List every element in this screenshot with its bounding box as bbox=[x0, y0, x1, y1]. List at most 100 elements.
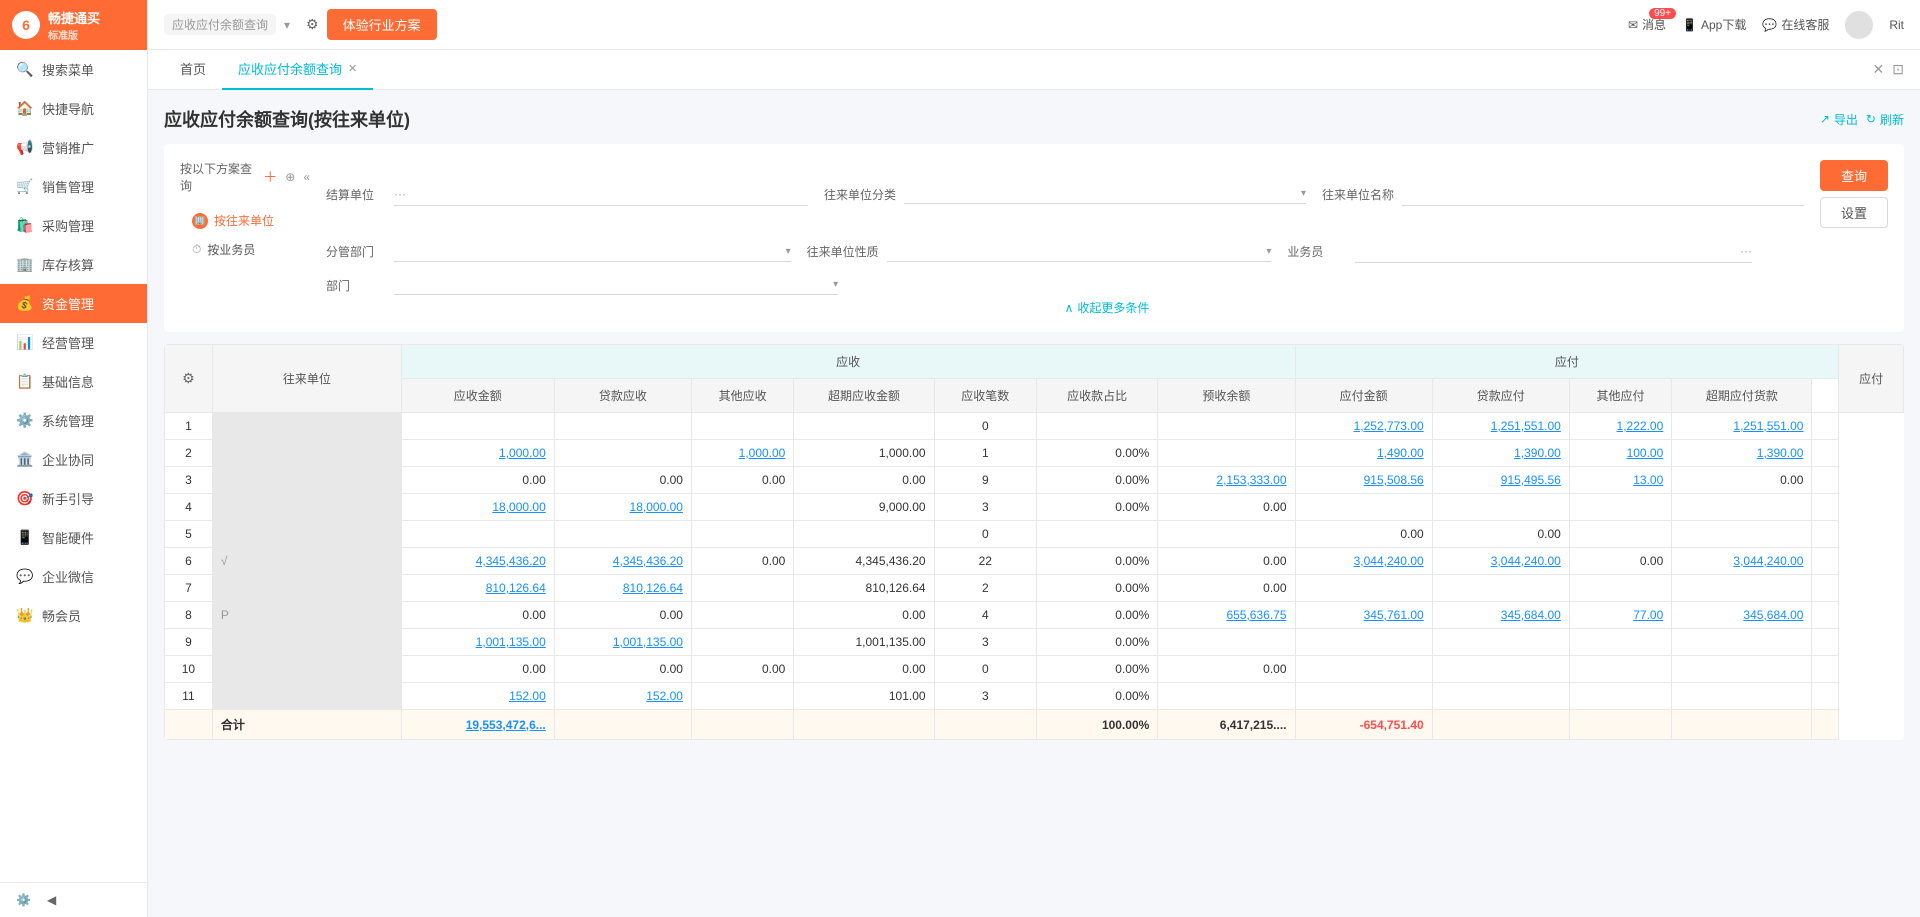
cell-loan-receivable[interactable]: 0.00 bbox=[554, 602, 691, 629]
cell-prepaid-balance[interactable]: 0.00 bbox=[1158, 494, 1295, 521]
cell-other-receivable[interactable]: 0.00 bbox=[691, 656, 793, 683]
cell-receivable-amount[interactable]: 152.00 bbox=[401, 683, 554, 710]
col-settings-header[interactable]: ⚙ bbox=[165, 345, 213, 413]
cell-other-receivable[interactable]: 1,000.00 bbox=[691, 440, 793, 467]
cell-other-receivable[interactable]: 0.00 bbox=[691, 467, 793, 494]
cell-loan-payable[interactable]: 915,495.56 bbox=[1432, 467, 1569, 494]
cell-loan-receivable[interactable]: 4,345,436.20 bbox=[554, 548, 691, 575]
user-name: Rit bbox=[1889, 18, 1904, 32]
cell-receivable-amount[interactable]: 4,345,436.20 bbox=[401, 548, 554, 575]
sidebar-item-wechat[interactable]: 💬 企业微信 bbox=[0, 557, 147, 596]
cell-overdue-payable[interactable]: 1,390.00 bbox=[1672, 440, 1812, 467]
sidebar-item-search-menu[interactable]: 🔍 搜索菜单 bbox=[0, 50, 147, 89]
collapse-icon[interactable]: ◀ bbox=[47, 893, 56, 907]
cell-other-payable[interactable]: 0.00 bbox=[1569, 548, 1671, 575]
sidebar-item-sales[interactable]: 🛒 销售管理 bbox=[0, 167, 147, 206]
cell-loan-payable[interactable]: 0.00 bbox=[1432, 521, 1569, 548]
chevron-down-icon[interactable]: ▾ bbox=[284, 18, 290, 32]
close-window-icon[interactable]: ✕ bbox=[1873, 61, 1885, 78]
cell-payable-amount[interactable]: 915,508.56 bbox=[1295, 467, 1432, 494]
cell-loan-receivable[interactable]: 0.00 bbox=[554, 467, 691, 494]
cell-other-payable[interactable]: 100.00 bbox=[1569, 440, 1671, 467]
cell-loan-payable bbox=[1432, 494, 1569, 521]
cell-loan-payable[interactable]: 3,044,240.00 bbox=[1432, 548, 1569, 575]
filter-row-2: 分管部门 ▾ 往来单位性质 ▾ bbox=[326, 240, 1888, 263]
cell-receivable-amount[interactable]: 1,000.00 bbox=[401, 440, 554, 467]
sidebar-item-enterprise[interactable]: 🏛️ 企业协同 bbox=[0, 440, 147, 479]
cell-loan-receivable[interactable]: 0.00 bbox=[554, 656, 691, 683]
trial-button[interactable]: 体验行业方案 bbox=[327, 9, 437, 40]
setting-button[interactable]: 设置 bbox=[1820, 197, 1888, 228]
partner-category-select[interactable]: ▾ bbox=[904, 184, 1306, 204]
sidebar-item-operations[interactable]: 📊 经营管理 bbox=[0, 323, 147, 362]
app-download-button[interactable]: 📱 App下载 bbox=[1682, 16, 1746, 33]
cell-partner bbox=[212, 413, 401, 440]
arrow-left-icon[interactable]: « bbox=[303, 170, 310, 184]
refresh-button[interactable]: ↻ 刷新 bbox=[1866, 111, 1904, 128]
sidebar-item-inventory[interactable]: 🏢 库存核算 bbox=[0, 245, 147, 284]
online-service-button[interactable]: 💬 在线客服 bbox=[1762, 16, 1829, 33]
cell-receivable-amount[interactable]: 0.00 bbox=[401, 467, 554, 494]
query-button[interactable]: 查询 bbox=[1820, 160, 1888, 191]
cell-overdue-payable[interactable]: 0.00 bbox=[1672, 467, 1812, 494]
sub-nav-by-salesperson[interactable]: ⏱ 按业务员 bbox=[180, 235, 310, 264]
cell-overdue-payable[interactable]: 3,044,240.00 bbox=[1672, 548, 1812, 575]
add-icon[interactable]: ＋ bbox=[263, 167, 277, 187]
dept-manager-select[interactable]: ▾ bbox=[394, 242, 791, 262]
filter-collapse-button[interactable]: ∧ 收起更多条件 bbox=[326, 299, 1888, 316]
cell-loan-payable[interactable]: 1,251,551.00 bbox=[1432, 413, 1569, 440]
cell-receivable-amount[interactable]: 0.00 bbox=[401, 602, 554, 629]
gear-icon[interactable]: ⚙ bbox=[306, 16, 319, 33]
cell-overdue-payable[interactable]: 1,251,551.00 bbox=[1672, 413, 1812, 440]
cell-receivable-amount[interactable]: 810,126.64 bbox=[401, 575, 554, 602]
tab-home[interactable]: 首页 bbox=[164, 50, 222, 90]
cell-payable-amount[interactable]: 1,252,773.00 bbox=[1295, 413, 1432, 440]
cell-other-payable[interactable]: 77.00 bbox=[1569, 602, 1671, 629]
cell-other-payable[interactable]: 13.00 bbox=[1569, 467, 1671, 494]
settlement-unit-select[interactable]: ··· bbox=[394, 183, 808, 206]
cell-loan-receivable[interactable]: 810,126.64 bbox=[554, 575, 691, 602]
salesperson-select[interactable]: ··· bbox=[1355, 240, 1752, 263]
cell-payable-amount[interactable]: 1,490.00 bbox=[1295, 440, 1432, 467]
cell-prepaid-balance[interactable]: 0.00 bbox=[1158, 575, 1295, 602]
partner-name-input[interactable] bbox=[1402, 183, 1804, 206]
sub-nav-by-partner[interactable]: 🏢 按往来单位 bbox=[180, 206, 310, 235]
cell-loan-receivable[interactable]: 18,000.00 bbox=[554, 494, 691, 521]
cell-loan-receivable[interactable]: 152.00 bbox=[554, 683, 691, 710]
cell-prepaid-balance[interactable]: 2,153,333.00 bbox=[1158, 467, 1295, 494]
sidebar-item-system[interactable]: ⚙️ 系统管理 bbox=[0, 401, 147, 440]
cell-prepaid-balance[interactable]: 0.00 bbox=[1158, 656, 1295, 683]
cell-payable-amount[interactable]: 0.00 bbox=[1295, 521, 1432, 548]
cell-prepaid-balance[interactable]: 0.00 bbox=[1158, 548, 1295, 575]
partner-nature-select[interactable]: ▾ bbox=[887, 242, 1272, 262]
cell-payable-amount[interactable]: 3,044,240.00 bbox=[1295, 548, 1432, 575]
sidebar-item-marketing[interactable]: 📢 营销推广 bbox=[0, 128, 147, 167]
cell-other-receivable[interactable]: 0.00 bbox=[691, 548, 793, 575]
sidebar-item-guide[interactable]: 🎯 新手引导 bbox=[0, 479, 147, 518]
sidebar-item-vip[interactable]: 👑 畅会员 bbox=[0, 596, 147, 635]
sidebar-item-finance[interactable]: 💰 资金管理 bbox=[0, 284, 147, 323]
message-button[interactable]: ✉ 消息 99+ bbox=[1628, 16, 1666, 33]
maximize-icon[interactable]: ⊡ bbox=[1892, 61, 1904, 78]
cell-loan-payable[interactable]: 1,390.00 bbox=[1432, 440, 1569, 467]
sidebar-item-quick-nav[interactable]: 🏠 快捷导航 bbox=[0, 89, 147, 128]
department-select[interactable]: ▾ bbox=[394, 275, 838, 295]
export-button[interactable]: ↗ 导出 bbox=[1820, 111, 1858, 128]
settings-small-icon[interactable]: ⊕ bbox=[285, 170, 295, 184]
cell-receivable-amount[interactable]: 1,001,135.00 bbox=[401, 629, 554, 656]
settings-icon[interactable]: ⚙️ bbox=[16, 893, 31, 907]
sidebar-item-basic-info[interactable]: 📋 基础信息 bbox=[0, 362, 147, 401]
cell-loan-payable[interactable]: 345,684.00 bbox=[1432, 602, 1569, 629]
cell-prepaid-balance[interactable]: 655,636.75 bbox=[1158, 602, 1295, 629]
tab-query[interactable]: 应收应付余额查询 ✕ bbox=[222, 50, 373, 90]
table-settings-icon[interactable]: ⚙ bbox=[182, 370, 195, 386]
cell-overdue-payable[interactable]: 345,684.00 bbox=[1672, 602, 1812, 629]
cell-receivable-amount[interactable]: 0.00 bbox=[401, 656, 554, 683]
sidebar-item-smart-hw[interactable]: 📱 智能硬件 bbox=[0, 518, 147, 557]
cell-payable-amount[interactable]: 345,761.00 bbox=[1295, 602, 1432, 629]
cell-loan-receivable[interactable]: 1,001,135.00 bbox=[554, 629, 691, 656]
sidebar-item-purchase[interactable]: 🛍️ 采购管理 bbox=[0, 206, 147, 245]
tab-close-icon[interactable]: ✕ bbox=[348, 62, 357, 75]
cell-other-payable[interactable]: 1,222.00 bbox=[1569, 413, 1671, 440]
cell-receivable-amount[interactable]: 18,000.00 bbox=[401, 494, 554, 521]
